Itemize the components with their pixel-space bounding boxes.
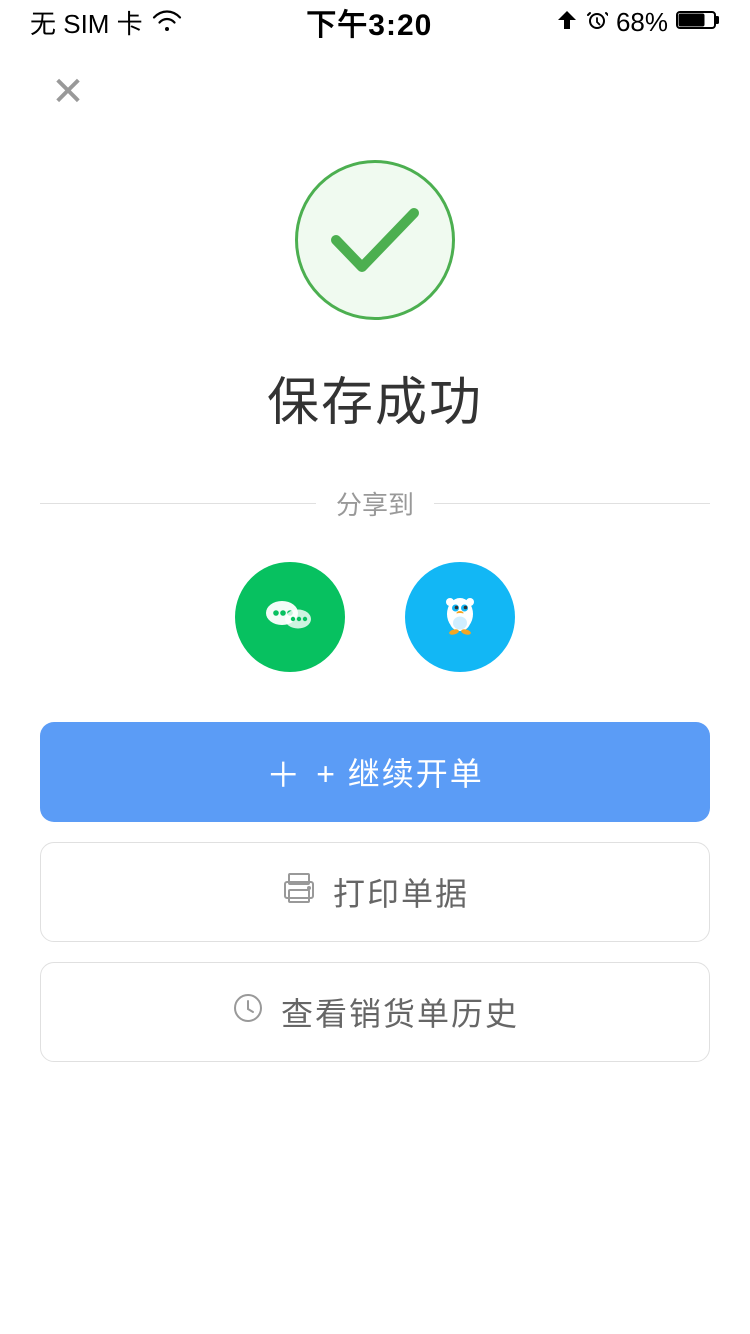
continue-label: + 继续开单 xyxy=(316,749,484,795)
main-content: ✕ 保存成功 分享到 xyxy=(0,44,750,1334)
action-buttons: ＋ + 继续开单 打印单据 查看销货单历 xyxy=(40,722,710,1062)
wifi-icon xyxy=(151,7,183,38)
print-label: 打印单据 xyxy=(333,869,469,915)
status-left: 无 SIM 卡 xyxy=(30,4,183,41)
history-button[interactable]: 查看销货单历史 xyxy=(40,962,710,1062)
wechat-share-button[interactable] xyxy=(235,562,345,672)
continue-icon: ＋ xyxy=(266,748,300,797)
sim-text: 无 SIM 卡 xyxy=(30,4,143,41)
status-bar: 无 SIM 卡 下午3:20 68% xyxy=(0,0,750,44)
continue-button[interactable]: ＋ + 继续开单 xyxy=(40,722,710,822)
battery-text: 68% xyxy=(616,7,668,38)
share-label: 分享到 xyxy=(316,485,434,522)
success-title: 保存成功 xyxy=(267,360,483,435)
close-button-row: ✕ xyxy=(40,64,710,120)
qq-icon xyxy=(431,588,489,646)
print-button[interactable]: 打印单据 xyxy=(40,842,710,942)
status-time: 下午3:20 xyxy=(306,0,432,44)
alarm-icon xyxy=(586,7,608,38)
battery-icon xyxy=(676,7,720,38)
close-button[interactable]: ✕ xyxy=(40,64,96,120)
status-right: 68% xyxy=(556,7,720,38)
wechat-icon xyxy=(260,587,320,647)
history-icon xyxy=(231,991,265,1033)
location-icon xyxy=(556,7,578,38)
success-circle xyxy=(295,160,455,320)
close-icon: ✕ xyxy=(51,72,85,112)
success-icon-container xyxy=(295,160,455,320)
divider-left xyxy=(40,503,316,504)
share-buttons xyxy=(40,562,710,672)
share-section: 分享到 xyxy=(40,485,710,672)
history-label: 查看销货单历史 xyxy=(281,989,519,1035)
checkmark-icon xyxy=(330,205,420,275)
divider-right xyxy=(434,503,710,504)
share-divider-row: 分享到 xyxy=(40,485,710,522)
qq-share-button[interactable] xyxy=(405,562,515,672)
print-icon xyxy=(281,872,317,912)
